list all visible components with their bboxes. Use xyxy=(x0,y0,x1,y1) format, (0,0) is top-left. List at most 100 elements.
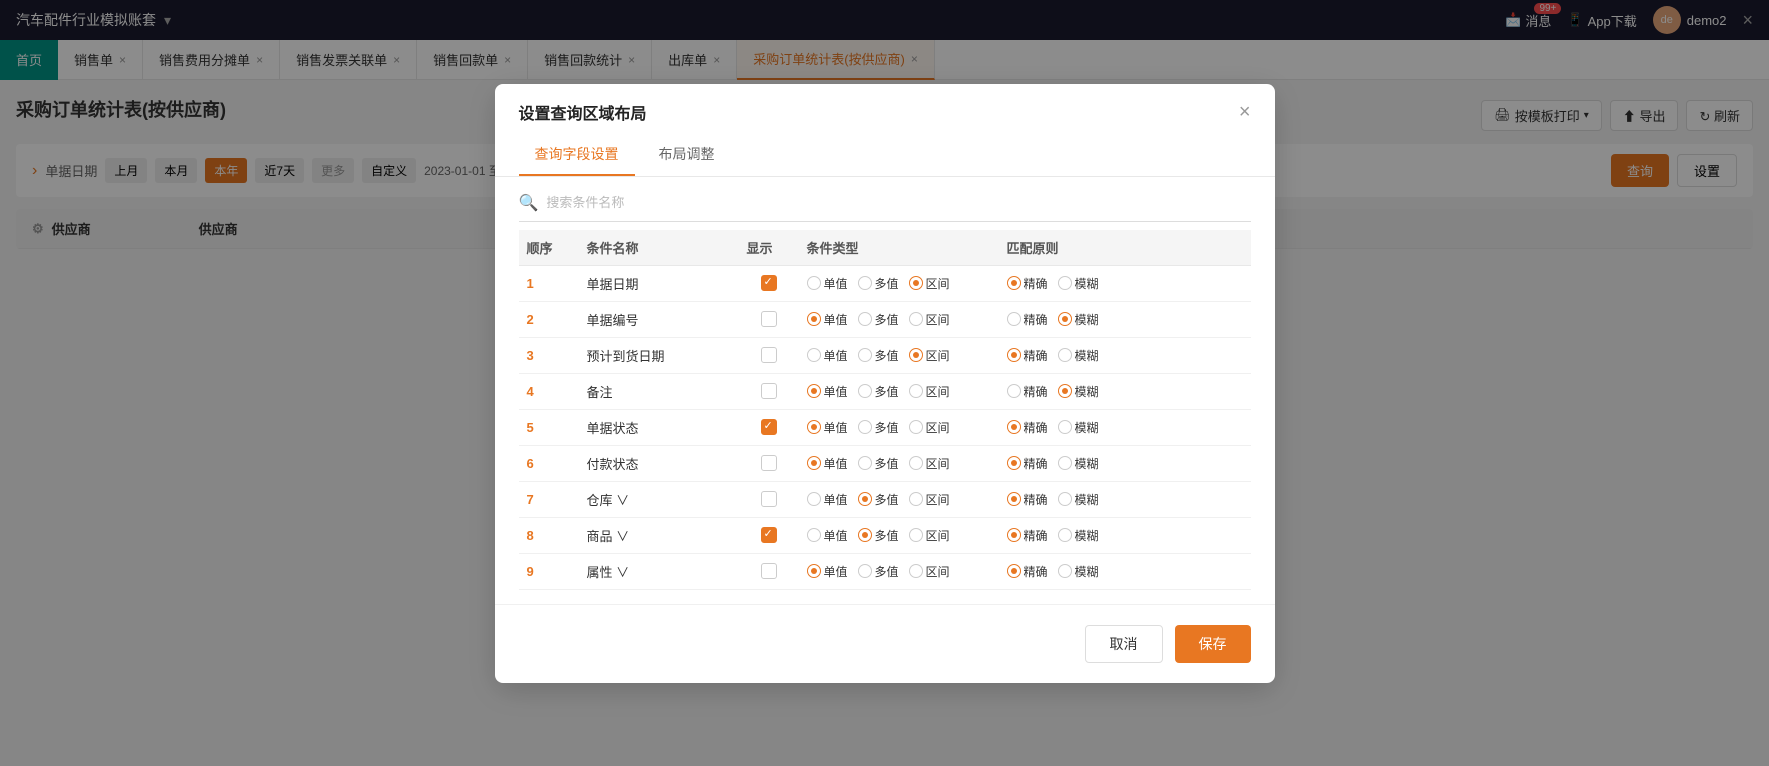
match-radio-exact[interactable]: 精确 xyxy=(1007,527,1048,544)
match-radio-exact[interactable]: 精确 xyxy=(1007,275,1048,292)
match-radio-exact[interactable]: 精确 xyxy=(1007,383,1048,400)
row-number: 2 xyxy=(519,312,579,327)
match-radio-fuzzy[interactable]: 模糊 xyxy=(1058,455,1099,472)
row-number: 1 xyxy=(519,276,579,291)
modal-table: 顺序 条件名称 显示 条件类型 匹配原则 1单据日期单值多值区间精确模糊2单据编… xyxy=(495,230,1275,596)
type-radio-multi[interactable]: 多值 xyxy=(858,311,899,328)
modal-table-header: 顺序 条件名称 显示 条件类型 匹配原则 xyxy=(519,230,1251,266)
type-radio-multi[interactable]: 多值 xyxy=(858,563,899,580)
display-checkbox[interactable] xyxy=(761,563,777,579)
match-radio-exact[interactable]: 精确 xyxy=(1007,419,1048,436)
modal-overlay: 设置查询区域布局 × 查询字段设置 布局调整 🔍 顺序 条件名称 显示 条件类型 xyxy=(0,0,1769,766)
display-checkbox[interactable] xyxy=(761,419,777,435)
type-radio-single[interactable]: 单值 xyxy=(807,275,848,292)
modal-search-input[interactable] xyxy=(546,195,746,210)
col-type: 条件类型 xyxy=(799,238,999,257)
type-radio-multi[interactable]: 多值 xyxy=(858,275,899,292)
type-radio-range[interactable]: 区间 xyxy=(909,419,950,436)
match-radio-fuzzy[interactable]: 模糊 xyxy=(1058,419,1099,436)
display-checkbox[interactable] xyxy=(761,347,777,363)
table-row: 1单据日期 单值多值区间 精确模糊 xyxy=(519,266,1251,302)
type-radio-single[interactable]: 单值 xyxy=(807,419,848,436)
match-radio-fuzzy[interactable]: 模糊 xyxy=(1058,275,1099,292)
match-radio-exact[interactable]: 精确 xyxy=(1007,563,1048,580)
col-match: 匹配原则 xyxy=(999,238,1219,257)
type-radio-multi[interactable]: 多值 xyxy=(858,419,899,436)
modal-title: 设置查询区域布局 xyxy=(519,100,647,124)
modal-tabs: 查询字段设置 布局调整 xyxy=(495,136,1275,177)
type-radio-single[interactable]: 单值 xyxy=(807,491,848,508)
match-radio-fuzzy[interactable]: 模糊 xyxy=(1058,383,1099,400)
match-radio-exact[interactable]: 精确 xyxy=(1007,311,1048,328)
match-radio-exact[interactable]: 精确 xyxy=(1007,455,1048,472)
type-radio-single[interactable]: 单值 xyxy=(807,563,848,580)
type-radio-multi[interactable]: 多值 xyxy=(858,347,899,364)
match-radio-fuzzy[interactable]: 模糊 xyxy=(1058,347,1099,364)
type-radio-range[interactable]: 区间 xyxy=(909,311,950,328)
table-row: 3预计到货日期 单值多值区间 精确模糊 xyxy=(519,338,1251,374)
display-checkbox[interactable] xyxy=(761,311,777,327)
type-radio-single[interactable]: 单值 xyxy=(807,311,848,328)
type-radio-multi[interactable]: 多值 xyxy=(858,383,899,400)
display-checkbox[interactable] xyxy=(761,455,777,471)
col-order: 顺序 xyxy=(519,238,579,257)
row-number: 6 xyxy=(519,456,579,471)
table-row: 7仓库 ∨ 单值多值区间 精确模糊 xyxy=(519,482,1251,518)
display-checkbox[interactable] xyxy=(761,491,777,507)
cancel-button[interactable]: 取消 xyxy=(1085,625,1163,663)
row-number: 9 xyxy=(519,564,579,579)
modal-table-body: 1单据日期单值多值区间精确模糊2单据编号单值多值区间精确模糊3预计到货日期单值多… xyxy=(519,266,1251,596)
type-radio-multi[interactable]: 多值 xyxy=(858,455,899,472)
table-row: 2单据编号 单值多值区间 精确模糊 xyxy=(519,302,1251,338)
col-name: 条件名称 xyxy=(579,238,739,257)
type-radio-range[interactable]: 区间 xyxy=(909,383,950,400)
row-condition-name: 备注 xyxy=(579,382,739,401)
save-button[interactable]: 保存 xyxy=(1175,625,1251,663)
row-number: 3 xyxy=(519,348,579,363)
row-condition-name: 仓库 ∨ xyxy=(579,490,739,509)
type-radio-range[interactable]: 区间 xyxy=(909,491,950,508)
row-condition-name: 单据日期 xyxy=(579,274,739,293)
match-radio-fuzzy[interactable]: 模糊 xyxy=(1058,491,1099,508)
row-condition-name: 预计到货日期 xyxy=(579,346,739,365)
row-number: 7 xyxy=(519,492,579,507)
modal-search-icon: 🔍 xyxy=(519,193,539,213)
type-radio-range[interactable]: 区间 xyxy=(909,527,950,544)
match-radio-fuzzy[interactable]: 模糊 xyxy=(1058,563,1099,580)
display-checkbox[interactable] xyxy=(761,383,777,399)
type-radio-multi[interactable]: 多值 xyxy=(858,491,899,508)
type-radio-single[interactable]: 单值 xyxy=(807,383,848,400)
table-row: 8商品 ∨ 单值多值区间 精确模糊 xyxy=(519,518,1251,554)
type-radio-single[interactable]: 单值 xyxy=(807,527,848,544)
display-checkbox[interactable] xyxy=(761,527,777,543)
modal-close-button[interactable]: × xyxy=(1239,102,1251,122)
settings-modal: 设置查询区域布局 × 查询字段设置 布局调整 🔍 顺序 条件名称 显示 条件类型 xyxy=(495,84,1275,683)
type-radio-multi[interactable]: 多值 xyxy=(858,527,899,544)
type-radio-range[interactable]: 区间 xyxy=(909,347,950,364)
match-radio-exact[interactable]: 精确 xyxy=(1007,347,1048,364)
row-condition-name: 单据编号 xyxy=(579,310,739,329)
row-condition-name: 商品 ∨ xyxy=(579,526,739,545)
match-radio-fuzzy[interactable]: 模糊 xyxy=(1058,311,1099,328)
table-row: 10有无商品图片单值多值区间精确模糊 xyxy=(519,590,1251,596)
row-condition-name: 单据状态 xyxy=(579,418,739,437)
row-condition-name: 付款状态 xyxy=(579,454,739,473)
modal-tab-query-fields[interactable]: 查询字段设置 xyxy=(519,136,635,176)
table-row: 9属性 ∨单值多值区间精确模糊 xyxy=(519,554,1251,590)
type-radio-range[interactable]: 区间 xyxy=(909,563,950,580)
table-row: 6付款状态 单值多值区间 精确模糊 xyxy=(519,446,1251,482)
display-checkbox[interactable] xyxy=(761,275,777,291)
modal-header: 设置查询区域布局 × xyxy=(495,84,1275,124)
row-number: 8 xyxy=(519,528,579,543)
type-radio-single[interactable]: 单值 xyxy=(807,455,848,472)
type-radio-range[interactable]: 区间 xyxy=(909,455,950,472)
table-row: 4备注 单值多值区间 精确模糊 xyxy=(519,374,1251,410)
modal-tab-layout[interactable]: 布局调整 xyxy=(643,136,731,176)
type-radio-range[interactable]: 区间 xyxy=(909,275,950,292)
row-number: 5 xyxy=(519,420,579,435)
match-radio-exact[interactable]: 精确 xyxy=(1007,491,1048,508)
type-radio-single[interactable]: 单值 xyxy=(807,347,848,364)
match-radio-fuzzy[interactable]: 模糊 xyxy=(1058,527,1099,544)
modal-footer: 取消 保存 xyxy=(495,604,1275,683)
row-number: 4 xyxy=(519,384,579,399)
